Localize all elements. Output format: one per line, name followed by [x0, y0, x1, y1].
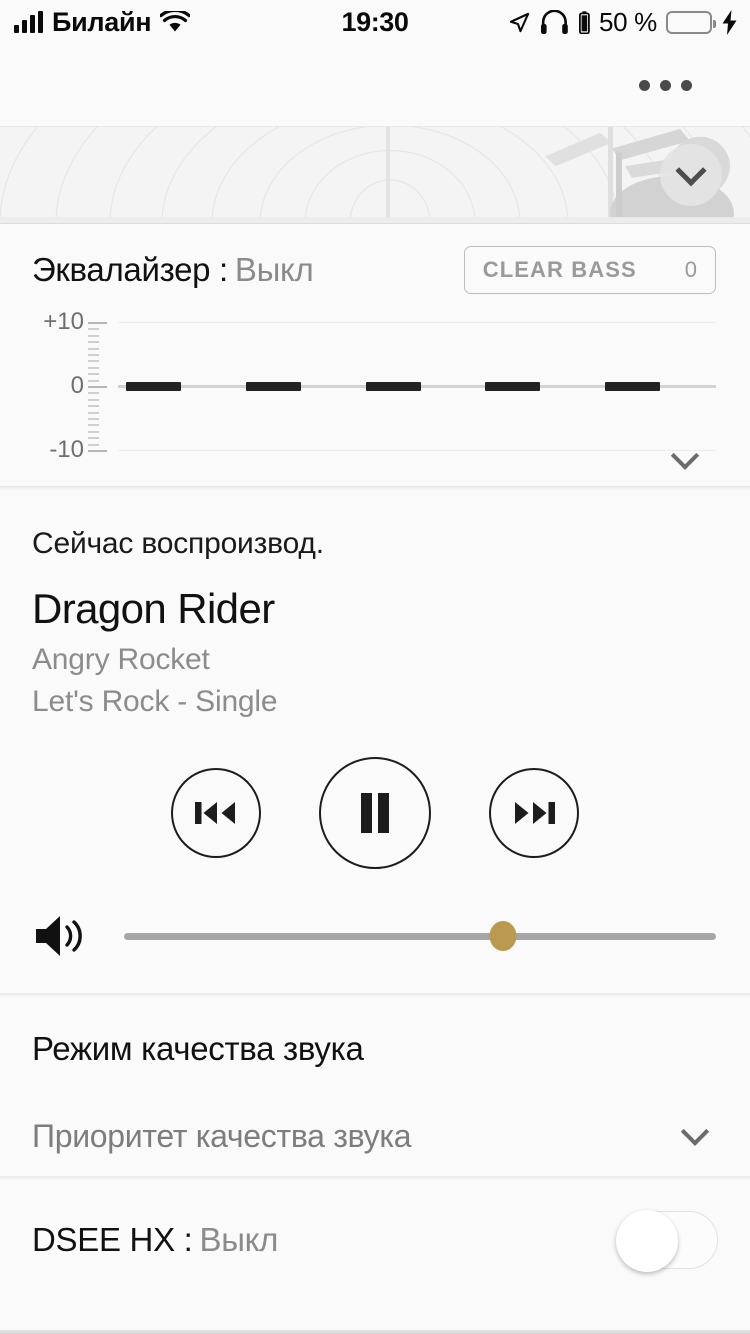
- sound-quality-dropdown[interactable]: Приоритет качества звука: [32, 1116, 718, 1156]
- axis-label-minus10: -10: [49, 436, 84, 463]
- header-banner-image: [0, 126, 750, 224]
- chevron-down-icon: [675, 155, 707, 187]
- chevron-down-icon: [670, 441, 700, 470]
- sound-quality-selected-value: Приоритет качества звука: [32, 1117, 412, 1154]
- previous-track-icon: [195, 802, 235, 824]
- banner-artwork: [0, 127, 750, 223]
- dot-icon: [639, 79, 650, 91]
- equalizer-graph: +10 0 -10: [0, 308, 750, 466]
- equalizer-label: Эквалайзер :: [32, 251, 228, 288]
- eq-band-handle[interactable]: [485, 382, 541, 391]
- sound-quality-title: Режим качества звука: [32, 1030, 364, 1067]
- lightning-bolt-icon: [722, 9, 737, 35]
- chevron-down-icon: [672, 1116, 718, 1156]
- previous-track-button[interactable]: [171, 768, 261, 858]
- equalizer-value: Выкл: [234, 251, 314, 288]
- transport-controls: [32, 757, 718, 869]
- dsee-hx-label: DSEE HX :: [32, 1221, 193, 1258]
- equalizer-expand-button[interactable]: [662, 440, 708, 480]
- battery-icon: [666, 10, 716, 34]
- battery-percent-label: 50 %: [598, 6, 657, 37]
- axis-label-zero: 0: [70, 372, 84, 399]
- equalizer-header: Эквалайзер : Выкл CLEAR BASS 0: [0, 246, 750, 294]
- dot-icon: [660, 79, 671, 91]
- eq-band-handle[interactable]: [245, 382, 301, 391]
- collapse-banner-button[interactable]: [660, 144, 722, 206]
- axis-label-plus10: +10: [43, 308, 84, 335]
- clear-bass-value: 0: [684, 257, 697, 282]
- equalizer-section: Эквалайзер : Выкл CLEAR BASS 0 +10 0 -10: [0, 224, 750, 486]
- sound-quality-section: Режим качества звука Приоритет качества …: [0, 998, 750, 1176]
- app-screen: Билайн 19:30 50 % Эквалайзер: Выкл CLEA…: [0, 0, 750, 1334]
- volume-slider[interactable]: [124, 921, 716, 951]
- now-playing-section: Сейчас воспроизвод. Dragon Rider Angry R…: [0, 491, 750, 993]
- status-bar: Билайн 19:30 50 %: [0, 0, 750, 44]
- track-artist: Angry Rocket: [32, 643, 210, 676]
- gridline-top: [118, 322, 716, 323]
- eq-band-handle[interactable]: [604, 382, 660, 391]
- more-options-button[interactable]: [625, 66, 706, 105]
- next-track-icon: [515, 802, 555, 824]
- headphone-battery-icon: [578, 10, 590, 34]
- location-arrow-icon: [509, 12, 530, 32]
- speaker-volume-icon: [36, 916, 82, 956]
- dsee-hx-section: DSEE HX : Выкл: [0, 1181, 750, 1299]
- volume-row: [32, 913, 718, 959]
- track-title: Dragon Rider: [32, 585, 275, 632]
- equalizer-bands[interactable]: [118, 316, 716, 456]
- toggle-knob: [616, 1210, 678, 1272]
- dot-icon: [681, 79, 692, 91]
- bottom-edge: [0, 1330, 750, 1334]
- pause-icon: [361, 793, 389, 833]
- clear-bass-button[interactable]: CLEAR BASS 0: [463, 246, 716, 294]
- headphones-icon: [540, 9, 568, 34]
- clear-bass-label: CLEAR BASS: [482, 257, 637, 282]
- next-track-button[interactable]: [489, 768, 579, 858]
- track-album: Let's Rock - Single: [32, 685, 278, 718]
- volume-slider-thumb[interactable]: [489, 921, 517, 951]
- app-top-bar: [0, 44, 750, 126]
- gridline-bottom: [118, 450, 716, 451]
- dsee-hx-value: Выкл: [199, 1221, 279, 1258]
- status-bar-right: 50 %: [508, 7, 738, 38]
- now-playing-label: Сейчас воспроизвод.: [32, 527, 324, 560]
- play-pause-button[interactable]: [319, 757, 431, 869]
- equalizer-title: Эквалайзер : Выкл: [32, 251, 314, 289]
- eq-band-handle[interactable]: [126, 382, 182, 391]
- dsee-hx-title: DSEE HX : Выкл: [32, 1221, 278, 1259]
- eq-band-handle[interactable]: [365, 382, 421, 391]
- dsee-hx-toggle[interactable]: [616, 1210, 718, 1272]
- equalizer-ruler: [88, 316, 110, 456]
